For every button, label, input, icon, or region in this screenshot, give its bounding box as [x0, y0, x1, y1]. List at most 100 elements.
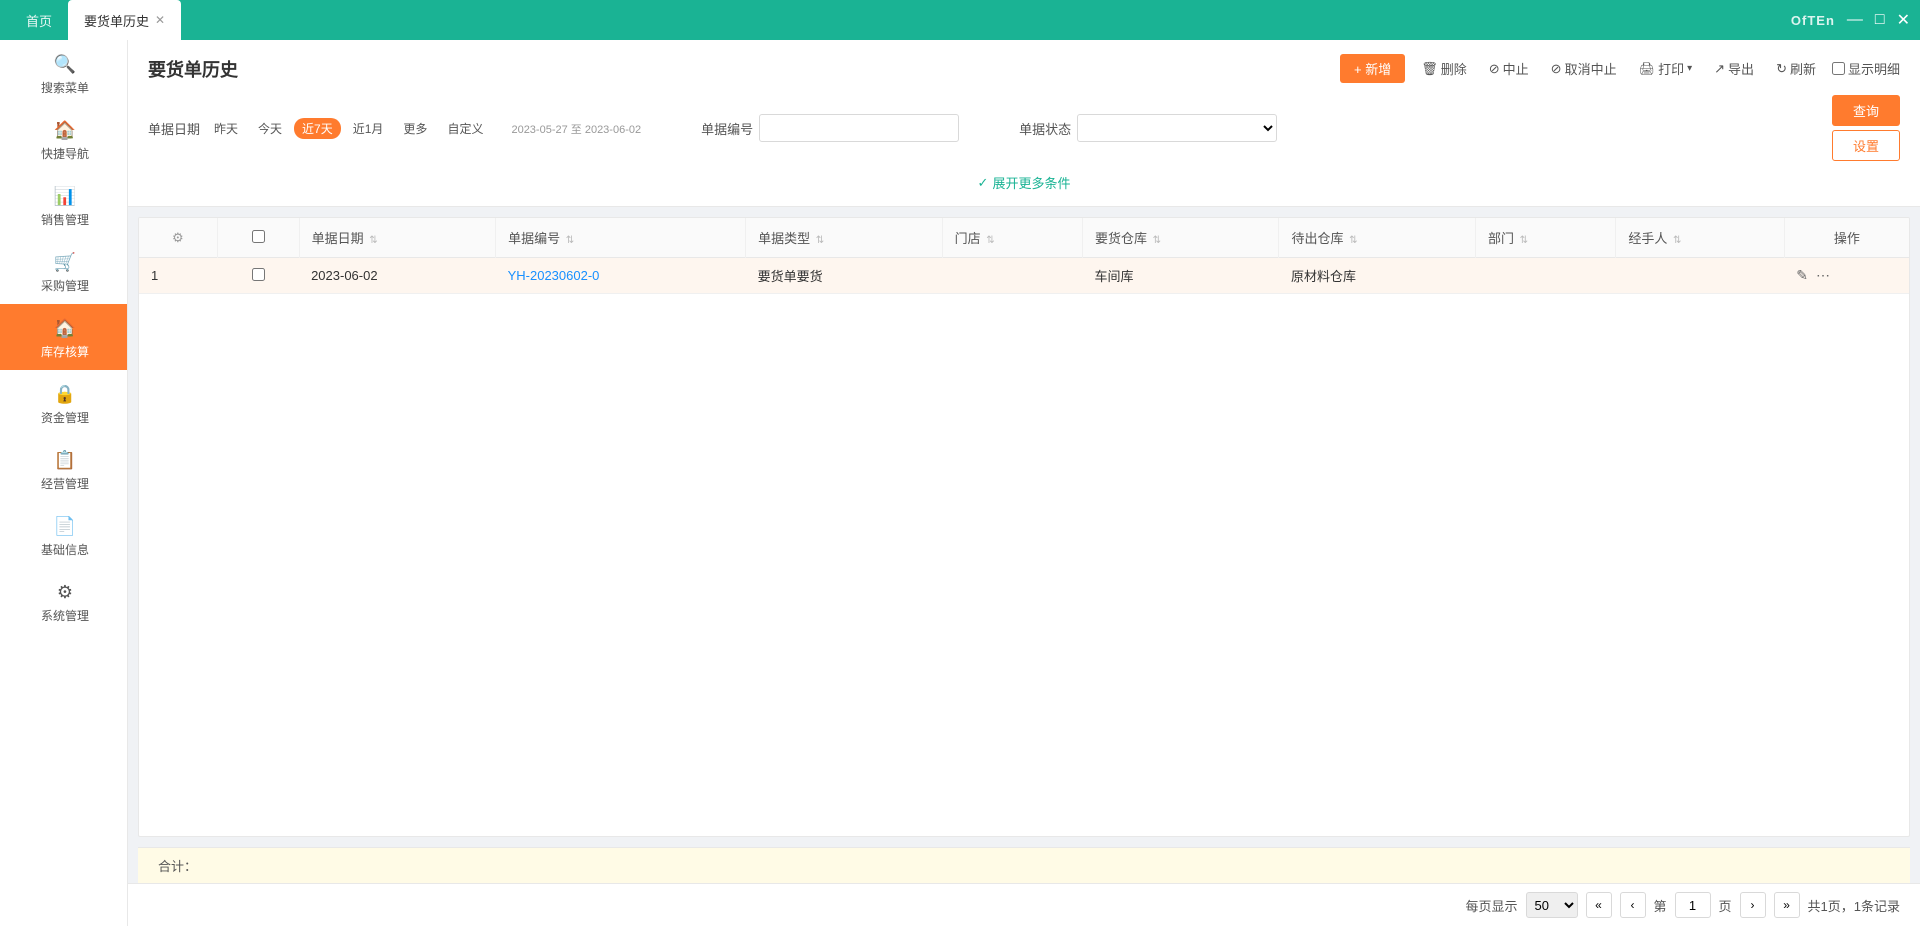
tab-requisition-history-label: 要货单历史 [84, 11, 149, 30]
close-tab-icon[interactable]: ✕ [155, 13, 165, 27]
action-buttons: 查询 设置 [1832, 95, 1900, 161]
sort-date-icon[interactable]: ⇅ [369, 235, 377, 246]
sort-handler-icon[interactable]: ⇅ [1673, 235, 1681, 246]
sidebar: 🔍 搜索菜单 🏠 快捷导航 📊 销售管理 🛒 采购管理 🏠 库存核算 🔒 资金管… [0, 40, 128, 926]
top-bar: 首页 要货单历史 ✕ OfTEn — □ ✕ [0, 0, 1920, 40]
pill-yesterday[interactable]: 昨天 [206, 118, 246, 139]
last-page-btn[interactable]: » [1774, 892, 1800, 918]
print-dropdown-icon: ▾ [1687, 63, 1692, 74]
new-button[interactable]: + 新增 [1340, 54, 1405, 83]
col-handler: 经手人 ⇅ [1616, 218, 1784, 258]
refresh-button[interactable]: ↻ 刷新 [1770, 55, 1822, 82]
expand-more-button[interactable]: ✓ 展开更多条件 [148, 169, 1900, 196]
stop-button[interactable]: ⊘ 中止 [1483, 55, 1535, 82]
sort-order-no-icon[interactable]: ⇅ [566, 235, 574, 246]
order-no-input[interactable] [759, 114, 959, 142]
prev-page-btn[interactable]: ‹ [1620, 892, 1646, 918]
sidebar-item-inventory[interactable]: 🏠 库存核算 [0, 304, 127, 370]
more-icon[interactable]: ⋯ [1816, 267, 1830, 284]
display-detail-button[interactable]: 显示明细 [1832, 59, 1900, 78]
first-page-btn[interactable]: « [1586, 892, 1612, 918]
tab-home[interactable]: 首页 [10, 0, 68, 40]
sales-mgmt-icon: 📊 [54, 186, 76, 207]
top-right-controls: OfTEn — □ ✕ [1791, 10, 1910, 30]
status-filter: 单据状态 [1019, 114, 1277, 142]
finance-mgmt-icon: 🔒 [54, 384, 76, 405]
display-detail-checkbox[interactable] [1832, 62, 1845, 75]
expand-icon: ✓ [978, 175, 989, 191]
print-icon: 🖨 [1639, 61, 1656, 77]
sidebar-item-purchase-mgmt[interactable]: 🛒 采购管理 [0, 238, 127, 304]
cancel-stop-button[interactable]: ⊘ 取消中止 [1545, 55, 1623, 82]
order-no-link[interactable]: YH-20230602-0 [508, 268, 600, 283]
main-layout: 🔍 搜索菜单 🏠 快捷导航 📊 销售管理 🛒 采购管理 🏠 库存核算 🔒 资金管… [0, 40, 1920, 926]
filter-area: 单据日期 昨天 今天 近7天 近1月 更多 自定义 2023-05-27 至 2… [148, 95, 1900, 206]
pill-custom[interactable]: 自定义 [439, 118, 491, 139]
sidebar-item-sales-mgmt-label: 销售管理 [41, 211, 89, 228]
status-select[interactable] [1077, 114, 1277, 142]
page-title: 要货单历史 [148, 56, 238, 82]
sidebar-item-sales-mgmt[interactable]: 📊 销售管理 [0, 172, 127, 238]
edit-icon[interactable]: ✎ [1796, 267, 1808, 284]
tab-home-label: 首页 [26, 11, 52, 30]
window-close-btn[interactable]: ✕ [1897, 10, 1910, 30]
order-no-label: 单据编号 [701, 119, 753, 138]
sidebar-item-basic-info-label: 基础信息 [41, 541, 89, 558]
sidebar-item-basic-info[interactable]: 📄 基础信息 [0, 502, 127, 568]
sidebar-item-quick-nav-label: 快捷导航 [41, 145, 89, 162]
pill-last7days[interactable]: 近7天 [294, 118, 341, 139]
sidebar-item-finance-mgmt[interactable]: 🔒 资金管理 [0, 370, 127, 436]
pill-more[interactable]: 更多 [395, 118, 435, 139]
col-req-warehouse: 要货仓库 ⇅ [1082, 218, 1279, 258]
basic-info-icon: 📄 [54, 516, 76, 537]
export-button[interactable]: ↗ 导出 [1708, 55, 1760, 82]
per-page-label: 每页显示 [1465, 896, 1517, 915]
action-icons: ✎ ⋯ [1796, 267, 1897, 284]
filter-row-1: 单据日期 昨天 今天 近7天 近1月 更多 自定义 2023-05-27 至 2… [148, 95, 1900, 161]
query-button[interactable]: 查询 [1832, 95, 1900, 126]
sidebar-item-search-menu[interactable]: 🔍 搜索菜单 [0, 40, 127, 106]
col-order-no: 单据编号 ⇅ [496, 218, 746, 258]
page-number-input[interactable]: 1 [1675, 892, 1711, 918]
sidebar-item-quick-nav[interactable]: 🏠 快捷导航 [0, 106, 127, 172]
sidebar-item-ops-mgmt[interactable]: 📋 经营管理 [0, 436, 127, 502]
sort-order-type-icon[interactable]: ⇅ [816, 235, 824, 246]
pagination-bar: 每页显示 50 100 200 « ‹ 第 1 页 › » 共1页，1条记录 [128, 883, 1920, 926]
sort-department-icon[interactable]: ⇅ [1520, 235, 1528, 246]
cancel-stop-icon: ⊘ [1551, 61, 1562, 77]
sort-store-icon[interactable]: ⇅ [986, 235, 994, 246]
footer-total-label: 合计： [158, 859, 197, 874]
col-settings[interactable]: ⚙ [139, 218, 217, 258]
tab-requisition-history[interactable]: 要货单历史 ✕ [68, 0, 181, 40]
quick-nav-icon: 🏠 [54, 120, 76, 141]
sidebar-item-system-mgmt-label: 系统管理 [41, 607, 89, 624]
row-order-no[interactable]: YH-20230602-0 [496, 258, 746, 294]
date-range-text: 2023-05-27 至 2023-06-02 [511, 121, 641, 137]
date-pills: 昨天 今天 近7天 近1月 更多 自定义 [206, 118, 491, 139]
row-store [942, 258, 1082, 294]
date-filter: 单据日期 昨天 今天 近7天 近1月 更多 自定义 [148, 118, 491, 139]
page-header: 要货单历史 + 新增 🗑 删除 ⊘ 中止 ⊘ 取消中止 [128, 40, 1920, 207]
maximize-btn[interactable]: □ [1875, 11, 1885, 29]
row-req-warehouse: 车间库 [1082, 258, 1279, 294]
per-page-select[interactable]: 50 100 200 [1526, 892, 1578, 918]
sidebar-item-ops-mgmt-label: 经营管理 [41, 475, 89, 492]
pill-last1month[interactable]: 近1月 [345, 118, 392, 139]
next-page-btn[interactable]: › [1740, 892, 1766, 918]
print-button[interactable]: 🖨 打印 ▾ [1633, 55, 1699, 82]
sort-pending-warehouse-icon[interactable]: ⇅ [1349, 235, 1357, 246]
col-store: 门店 ⇅ [942, 218, 1082, 258]
settings-button[interactable]: 设置 [1832, 130, 1900, 161]
row-handler [1616, 258, 1784, 294]
row-checkbox[interactable] [217, 258, 299, 294]
sidebar-item-finance-mgmt-label: 资金管理 [41, 409, 89, 426]
data-table: ⚙ 单据日期 ⇅ 单据编号 ⇅ 单据类型 [139, 218, 1909, 294]
delete-button[interactable]: 🗑 删除 [1415, 55, 1473, 82]
select-all-checkbox[interactable] [252, 230, 265, 243]
table-header-row: ⚙ 单据日期 ⇅ 单据编号 ⇅ 单据类型 [139, 218, 1909, 258]
pill-today[interactable]: 今天 [250, 118, 290, 139]
sidebar-item-system-mgmt[interactable]: ⚙ 系统管理 [0, 568, 127, 634]
minimize-btn[interactable]: — [1847, 11, 1863, 29]
sort-req-warehouse-icon[interactable]: ⇅ [1153, 235, 1161, 246]
row-select-checkbox[interactable] [252, 268, 265, 281]
